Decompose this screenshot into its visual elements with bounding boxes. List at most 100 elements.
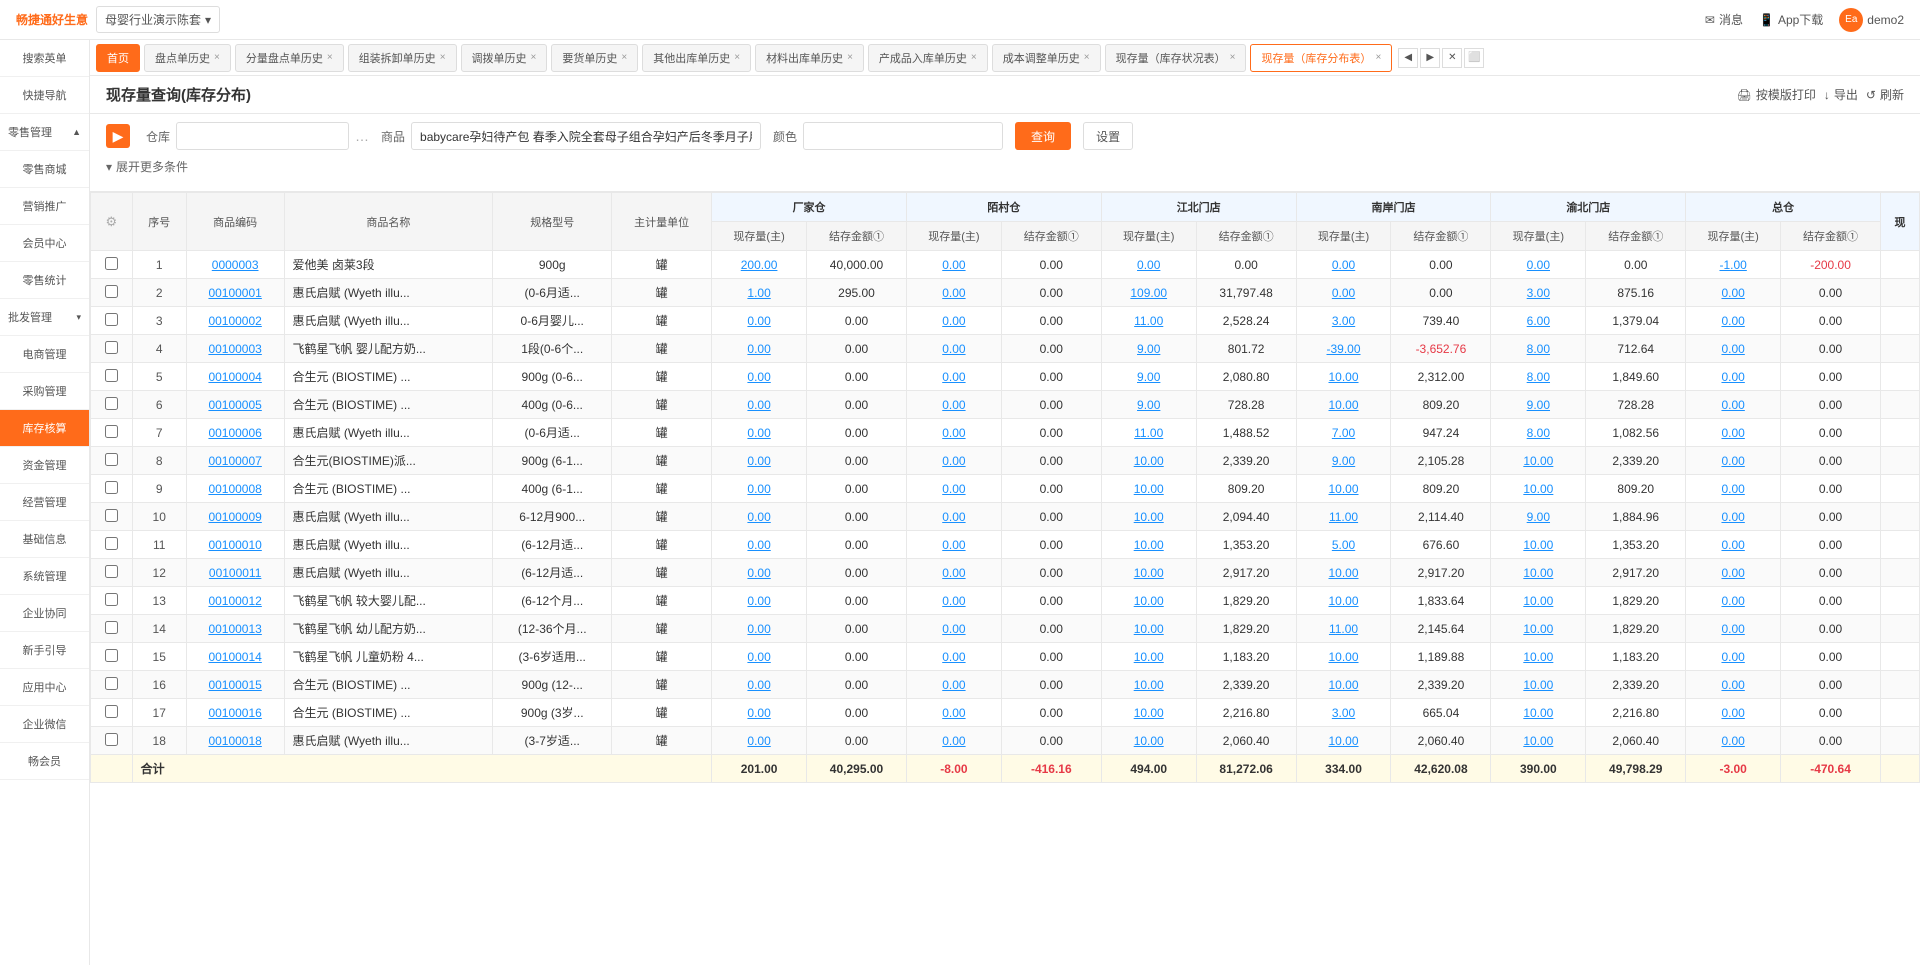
- row-checkbox[interactable]: [91, 251, 133, 279]
- filter-color: 颜色: [773, 122, 1003, 150]
- col-settings[interactable]: ⚙: [91, 193, 133, 251]
- close-icon[interactable]: ×: [327, 52, 333, 63]
- tab-product-in[interactable]: 产成品入库单历史 ×: [868, 44, 988, 72]
- row-checkbox[interactable]: [91, 671, 133, 699]
- store-selector[interactable]: 母婴行业演示陈套 ▾: [96, 6, 220, 33]
- tab-prev-btn[interactable]: ◀: [1398, 48, 1418, 68]
- close-icon[interactable]: ×: [214, 52, 220, 63]
- row-code: 00100009: [186, 503, 284, 531]
- tab-cost-adjust[interactable]: 成本调整单历史 ×: [992, 44, 1101, 72]
- close-icon[interactable]: ×: [621, 52, 627, 63]
- tab-home[interactable]: 首页: [96, 44, 140, 72]
- sidebar-item-guide[interactable]: 新手引导: [0, 632, 89, 669]
- sidebar-item-retailstats[interactable]: 零售统计: [0, 262, 89, 299]
- tab-next-btn[interactable]: ▶: [1420, 48, 1440, 68]
- row-checkbox[interactable]: [91, 363, 133, 391]
- goods-input[interactable]: [411, 122, 761, 150]
- sidebar-item-appcenter[interactable]: 应用中心: [0, 669, 89, 706]
- close-icon[interactable]: ×: [531, 52, 537, 63]
- setting-button[interactable]: 设置: [1083, 122, 1133, 150]
- app-download-btn[interactable]: 📱 App下载: [1759, 11, 1823, 28]
- tab-requisition[interactable]: 要货单历史 ×: [551, 44, 638, 72]
- row-checkbox[interactable]: [91, 447, 133, 475]
- collapse-arrow[interactable]: ▶: [106, 124, 130, 148]
- settings-icon[interactable]: ⚙: [105, 214, 117, 229]
- tab-transfer[interactable]: 调拨单历史 ×: [461, 44, 548, 72]
- row-checkbox[interactable]: [91, 279, 133, 307]
- sidebar-item-retailstore[interactable]: 零售商城: [0, 151, 89, 188]
- tab-material-out[interactable]: 材料出库单历史 ×: [755, 44, 864, 72]
- sidebar-item-system[interactable]: 系统管理: [0, 558, 89, 595]
- tab-other-out[interactable]: 其他出库单历史 ×: [642, 44, 751, 72]
- row-checkbox[interactable]: [91, 699, 133, 727]
- tab-stock-status[interactable]: 现存量（库存状况表） ×: [1105, 44, 1247, 72]
- sidebar-item-wechat[interactable]: 企业微信: [0, 706, 89, 743]
- close-icon[interactable]: ×: [1084, 52, 1090, 63]
- sidebar-item-marketing[interactable]: 营销推广: [0, 188, 89, 225]
- row-checkbox[interactable]: [91, 307, 133, 335]
- user-btn[interactable]: Ea demo2: [1839, 8, 1904, 32]
- sidebar-item-member[interactable]: 畅会员: [0, 743, 89, 780]
- tab-branch-stocktake[interactable]: 分量盘点单历史 ×: [235, 44, 344, 72]
- row-checkbox[interactable]: [91, 419, 133, 447]
- color-input[interactable]: [803, 122, 1003, 150]
- close-icon[interactable]: ×: [847, 52, 853, 63]
- ellipsis-icon[interactable]: …: [355, 128, 369, 144]
- sidebar-item-retail[interactable]: 零售管理 ▲: [0, 114, 89, 151]
- export-btn[interactable]: ↓ 导出: [1824, 86, 1858, 103]
- tab-stocktake[interactable]: 盘点单历史 ×: [144, 44, 231, 72]
- close-icon[interactable]: ×: [440, 52, 446, 63]
- sidebar-item-collab[interactable]: 企业协同: [0, 595, 89, 632]
- col-factory-amt: 结存金额①: [807, 222, 907, 251]
- expand-conditions-btn[interactable]: ▾ 展开更多条件: [106, 158, 188, 175]
- row-nanan-amt: 2,114.40: [1391, 503, 1491, 531]
- sidebar-item-wholesale[interactable]: 批发管理 ▾: [0, 299, 89, 336]
- sidebar-item-membership[interactable]: 会员中心: [0, 225, 89, 262]
- search-button[interactable]: 查询: [1015, 122, 1071, 150]
- message-btn[interactable]: ✉ 消息: [1705, 11, 1743, 28]
- row-checkbox[interactable]: [91, 475, 133, 503]
- close-icon[interactable]: ×: [1230, 52, 1236, 63]
- row-jiangbei-amt: 2,080.80: [1196, 363, 1296, 391]
- tab-close-all-btn[interactable]: ✕: [1442, 48, 1462, 68]
- row-spec: (3-6岁适用...: [493, 643, 612, 671]
- table-container[interactable]: ⚙ 序号 商品编码 商品名称 规格型号 主计量单位 厂家仓 陌村仓 江北门店 南…: [90, 192, 1920, 965]
- row-yubei-amt: 1,082.56: [1586, 419, 1686, 447]
- sidebar-item-ecommerce[interactable]: 电商管理: [0, 336, 89, 373]
- row-checkbox[interactable]: [91, 391, 133, 419]
- sidebar-item-quicknav[interactable]: 快捷导航: [0, 77, 89, 114]
- refresh-btn[interactable]: ↺ 刷新: [1866, 86, 1904, 103]
- row-checkbox[interactable]: [91, 559, 133, 587]
- row-checkbox[interactable]: [91, 335, 133, 363]
- row-code: 00100014: [186, 643, 284, 671]
- sidebar-item-search[interactable]: 搜索英单: [0, 40, 89, 77]
- row-total-qty: 0.00: [1686, 671, 1781, 699]
- sidebar-item-inventory[interactable]: 库存核算: [0, 410, 89, 447]
- row-current: [1881, 699, 1920, 727]
- warehouse-input[interactable]: [176, 122, 349, 150]
- row-checkbox[interactable]: [91, 587, 133, 615]
- tab-stock-distribution[interactable]: 现存量（库存分布表） ×: [1250, 44, 1392, 72]
- tab-expand-btn[interactable]: ⬜: [1464, 48, 1484, 68]
- row-yubei-qty: 6.00: [1491, 307, 1586, 335]
- row-yubei-amt: 2,339.20: [1586, 447, 1686, 475]
- sidebar-item-finance[interactable]: 资金管理: [0, 447, 89, 484]
- close-icon[interactable]: ×: [734, 52, 740, 63]
- row-code: 00100011: [186, 559, 284, 587]
- row-checkbox[interactable]: [91, 727, 133, 755]
- close-icon[interactable]: ×: [1375, 52, 1381, 63]
- sidebar-item-basicinfo[interactable]: 基础信息: [0, 521, 89, 558]
- sidebar-item-operations[interactable]: 经营管理: [0, 484, 89, 521]
- print-btn[interactable]: 🖨 按模版打印: [1737, 86, 1816, 103]
- tab-assembly[interactable]: 组装拆卸单历史 ×: [348, 44, 457, 72]
- row-checkbox[interactable]: [91, 643, 133, 671]
- row-spec: (12-36个月...: [493, 615, 612, 643]
- table-row: 18 00100018 惠氏启赋 (Wyeth illu... (3-7岁适..…: [91, 727, 1920, 755]
- row-jiangbei-qty: 10.00: [1101, 503, 1196, 531]
- row-mocun-amt: 0.00: [1001, 363, 1101, 391]
- row-checkbox[interactable]: [91, 531, 133, 559]
- sidebar-item-purchase[interactable]: 采购管理: [0, 373, 89, 410]
- row-checkbox[interactable]: [91, 503, 133, 531]
- close-icon[interactable]: ×: [971, 52, 977, 63]
- row-checkbox[interactable]: [91, 615, 133, 643]
